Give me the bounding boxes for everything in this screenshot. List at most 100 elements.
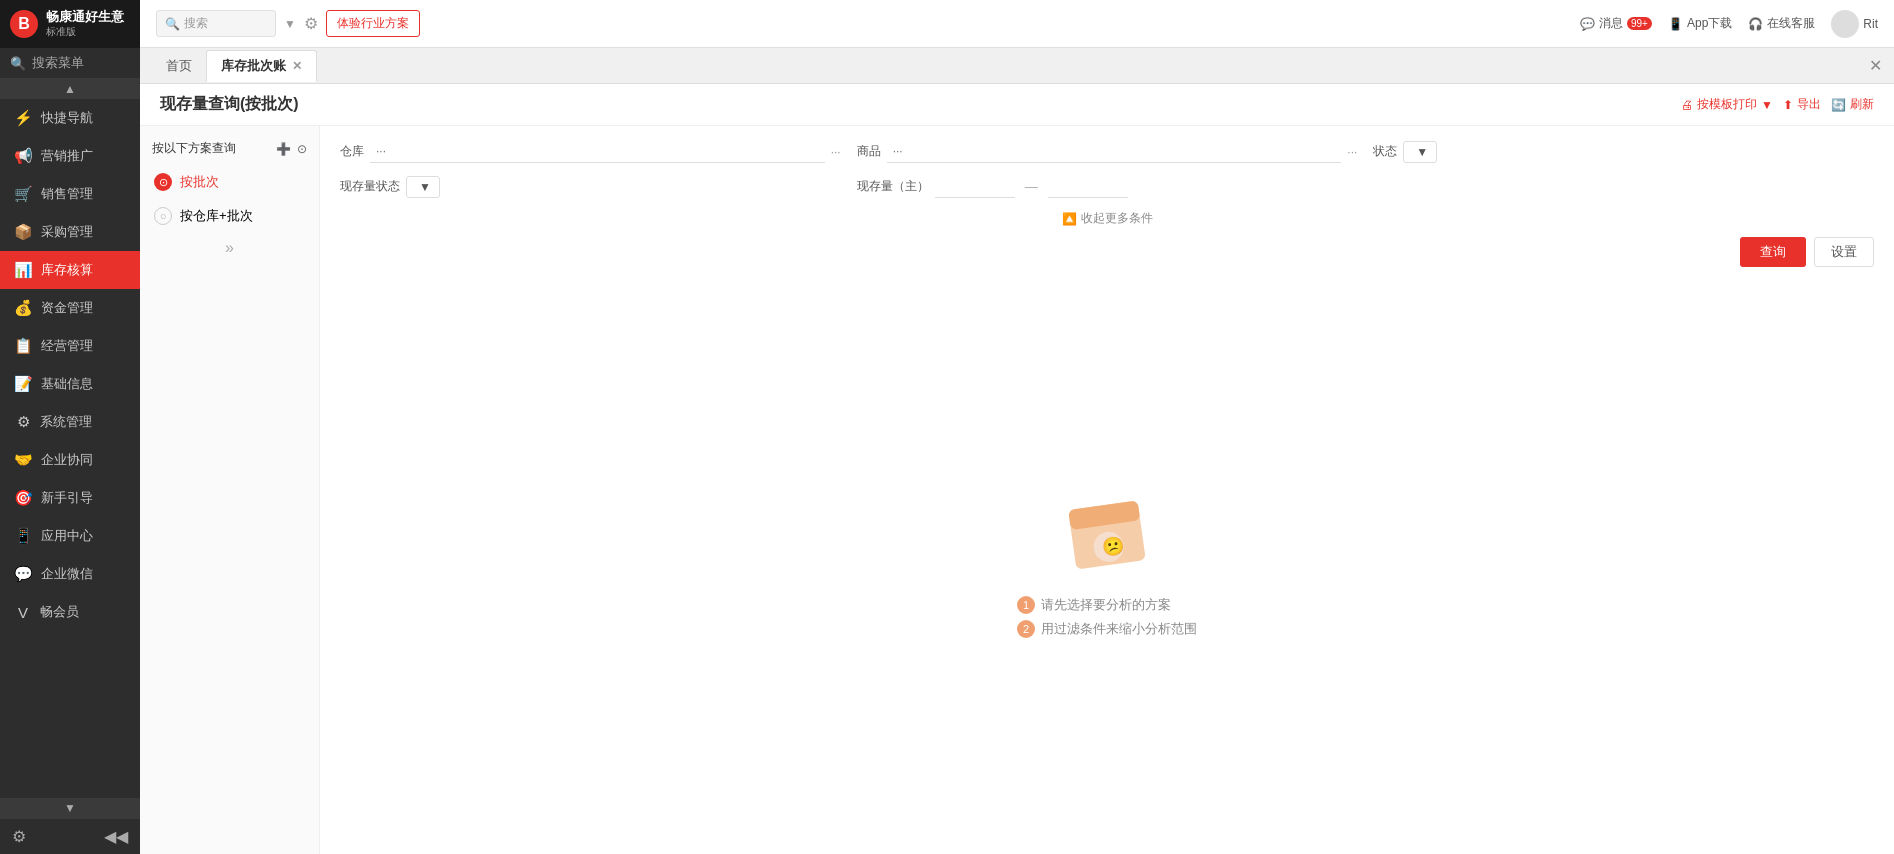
stock-qty-to-input[interactable]: [1048, 175, 1128, 198]
tip-text-1: 请先选择要分析的方案: [1041, 596, 1171, 614]
sidebar-item-wechat[interactable]: 💬 企业微信: [0, 555, 140, 593]
left-panel-collapse-button[interactable]: »: [140, 233, 319, 263]
sidebar-icon-quick-nav: ⚡: [14, 109, 33, 127]
sidebar-item-marketing[interactable]: 📢 营销推广: [0, 137, 140, 175]
search-label: 搜索菜单: [32, 54, 84, 72]
sidebar-item-finance[interactable]: 💰 资金管理: [0, 289, 140, 327]
tab-close-icon[interactable]: ✕: [292, 59, 302, 73]
sidebar-icon-newuser: 🎯: [14, 489, 33, 507]
warehouse-input[interactable]: [370, 140, 825, 163]
settings-icon[interactable]: ⚙: [12, 827, 26, 846]
template-print-button[interactable]: 🖨 按模板打印 ▼: [1681, 96, 1773, 113]
refresh-icon: 🔄: [1831, 98, 1846, 112]
app-download-icon: 📱: [1668, 17, 1683, 31]
stock-status-dropdown[interactable]: ▼: [406, 176, 440, 198]
sidebar-icon-sales: 🛒: [14, 185, 33, 203]
user-profile-item[interactable]: Rit: [1831, 10, 1878, 38]
query-button[interactable]: 查询: [1740, 237, 1806, 267]
headset-icon: 🎧: [1748, 17, 1763, 31]
topbar-right: 💬 消息 99+ 📱 App下载 🎧 在线客服 Rit: [1580, 10, 1878, 38]
template-print-dropdown-icon[interactable]: ▼: [1761, 98, 1773, 112]
sidebar-item-newuser[interactable]: 🎯 新手引导: [0, 479, 140, 517]
refresh-button[interactable]: 🔄 刷新: [1831, 96, 1874, 113]
sidebar-label-enterprise: 企业协同: [41, 451, 93, 469]
sidebar-item-enterprise[interactable]: 🤝 企业协同: [0, 441, 140, 479]
left-panel-action-icons: ➕ ⊙: [276, 142, 307, 156]
topbar-search-icon: 🔍: [165, 17, 180, 31]
tab-inventory-batch[interactable]: 库存批次账 ✕: [206, 50, 317, 82]
tip-num-1: 1: [1017, 596, 1035, 614]
online-service-label: 在线客服: [1767, 15, 1815, 32]
topbar-dropdown-icon[interactable]: ▼: [284, 17, 296, 31]
sidebar-label-finance: 资金管理: [41, 299, 93, 317]
sidebar-icon-marketing: 📢: [14, 147, 33, 165]
scheme-settings-icon[interactable]: ⊙: [297, 142, 307, 156]
sidebar-label-member: 畅会员: [40, 603, 79, 621]
tip-text-2: 用过滤条件来缩小分析范围: [1041, 620, 1197, 638]
sidebar-label-system: 系统管理: [40, 413, 92, 431]
sidebar-nav: ⚡ 快捷导航📢 营销推广🛒 销售管理📦 采购管理📊 库存核算💰 资金管理📋 经营…: [0, 99, 140, 798]
sidebar-item-member[interactable]: V 畅会员: [0, 593, 140, 631]
topbar-settings-icon[interactable]: ⚙: [304, 14, 318, 33]
sidebar-icon-member: V: [14, 604, 32, 621]
sidebar-icon-enterprise: 🤝: [14, 451, 33, 469]
page-title: 现存量查询(按批次): [160, 94, 299, 115]
sidebar-label-basic: 基础信息: [41, 375, 93, 393]
sidebar-search[interactable]: 🔍 搜索菜单: [0, 48, 140, 79]
sidebar-item-purchase[interactable]: 📦 采购管理: [0, 213, 140, 251]
warehouse-field: 仓库 ···: [340, 140, 841, 163]
content-body: 按以下方案查询 ➕ ⊙ ⊙ 按批次 ○ 按仓库+批次 »: [140, 126, 1894, 854]
sidebar-item-system[interactable]: ⚙ 系统管理: [0, 403, 140, 441]
sidebar-label-quick-nav: 快捷导航: [41, 109, 93, 127]
goods-label: 商品: [857, 143, 881, 160]
sidebar-item-sales[interactable]: 🛒 销售管理: [0, 175, 140, 213]
settings-button[interactable]: 设置: [1814, 237, 1874, 267]
sidebar-item-basic[interactable]: 📝 基础信息: [0, 365, 140, 403]
sidebar-item-inventory[interactable]: 📊 库存核算: [0, 251, 140, 289]
message-item[interactable]: 💬 消息 99+: [1580, 15, 1652, 32]
goods-field: 商品 ···: [857, 140, 1358, 163]
collapse-sidebar-icon[interactable]: ◀◀: [104, 827, 128, 846]
goods-input[interactable]: [887, 140, 1342, 163]
tab-home[interactable]: 首页: [152, 51, 206, 81]
refresh-label: 刷新: [1850, 96, 1874, 113]
tabbar-close-button[interactable]: ✕: [1869, 56, 1882, 75]
collapse-more-conditions-button[interactable]: 🔼 收起更多条件: [340, 210, 1874, 227]
status-field: 状态 ▼: [1373, 141, 1874, 163]
export-button[interactable]: ⬆ 导出: [1783, 96, 1821, 113]
warehouse-more-icon[interactable]: ···: [831, 145, 841, 159]
scheme-warehouse-batch-label: 按仓库+批次: [180, 207, 253, 225]
experience-btn[interactable]: 体验行业方案: [326, 10, 420, 37]
sidebar-item-operations[interactable]: 📋 经营管理: [0, 327, 140, 365]
message-label: 消息: [1599, 15, 1623, 32]
stock-qty-label: 现存量（主）: [857, 178, 929, 195]
scheme-batch-icon: ⊙: [154, 173, 172, 191]
sidebar-item-appcenter[interactable]: 📱 应用中心: [0, 517, 140, 555]
scheme-item-batch[interactable]: ⊙ 按批次: [140, 165, 319, 199]
stock-qty-from-input[interactable]: [935, 175, 1015, 198]
status-dropdown[interactable]: ▼: [1403, 141, 1437, 163]
topbar-search-box[interactable]: 🔍 搜索: [156, 10, 276, 37]
filter-area: 仓库 ··· 商品 ··· 状态: [340, 140, 1874, 237]
topbar: 🔍 搜索 ▼ ⚙ 体验行业方案 💬 消息 99+ 📱 App下载 🎧 在线客服: [140, 0, 1894, 48]
export-icon: ⬆: [1783, 98, 1793, 112]
scroll-down-button[interactable]: ▼: [0, 798, 140, 818]
status-dropdown-arrow: ▼: [1416, 145, 1428, 159]
sidebar-header: B 畅康通好生意 标准版: [0, 0, 140, 48]
topbar-left: 🔍 搜索 ▼ ⚙ 体验行业方案: [156, 10, 420, 37]
scroll-up-button[interactable]: ▲: [0, 79, 140, 99]
scheme-item-warehouse-batch[interactable]: ○ 按仓库+批次: [140, 199, 319, 233]
online-service-item[interactable]: 🎧 在线客服: [1748, 15, 1815, 32]
left-panel-header: 按以下方案查询 ➕ ⊙: [140, 136, 319, 165]
sidebar-label-purchase: 采购管理: [41, 223, 93, 241]
tab-inventory-batch-label: 库存批次账: [221, 57, 286, 75]
sidebar-label-sales: 销售管理: [41, 185, 93, 203]
goods-more-icon[interactable]: ···: [1347, 145, 1357, 159]
empty-tip-2: 2 用过滤条件来缩小分析范围: [1017, 620, 1197, 638]
tabbar: 首页 库存批次账 ✕ ✕: [140, 48, 1894, 84]
printer-icon: 🖨: [1681, 98, 1693, 112]
sidebar-item-quick-nav[interactable]: ⚡ 快捷导航: [0, 99, 140, 137]
app-download-item[interactable]: 📱 App下载: [1668, 15, 1732, 32]
page-header: 现存量查询(按批次) 🖨 按模板打印 ▼ ⬆ 导出 🔄 刷新: [140, 84, 1894, 126]
add-scheme-icon[interactable]: ➕: [276, 142, 291, 156]
